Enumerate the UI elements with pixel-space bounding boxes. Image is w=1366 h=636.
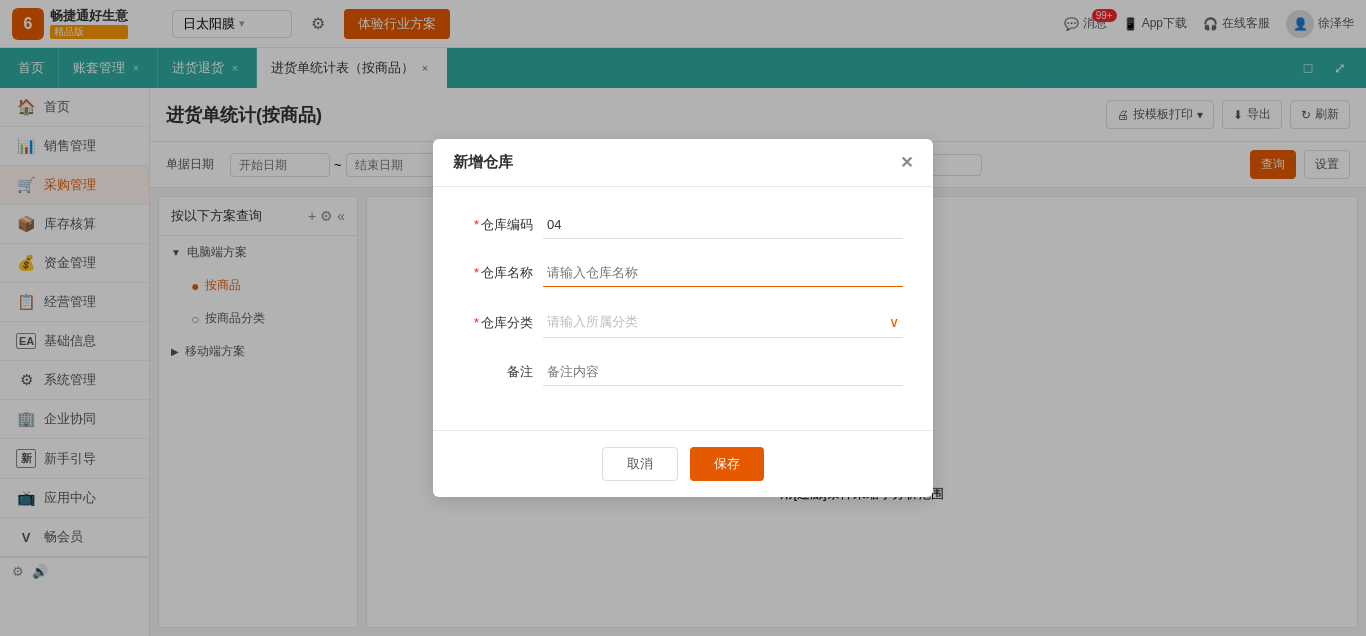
name-input[interactable]: [543, 259, 903, 287]
category-placeholder: 请输入所属分类: [547, 313, 889, 331]
code-input[interactable]: [543, 211, 903, 239]
category-label: 仓库分类: [463, 314, 543, 332]
code-label: 仓库编码: [463, 216, 543, 234]
modal-footer: 取消 保存: [433, 430, 933, 497]
modal-header: 新增仓库 ✕: [433, 139, 933, 187]
chevron-down-icon: ∨: [889, 314, 899, 330]
save-button[interactable]: 保存: [690, 447, 764, 481]
category-form-row: 仓库分类 请输入所属分类 ∨: [463, 307, 903, 338]
cancel-button[interactable]: 取消: [602, 447, 678, 481]
code-form-row: 仓库编码: [463, 211, 903, 239]
modal-close-button[interactable]: ✕: [900, 153, 913, 172]
remark-label: 备注: [463, 363, 543, 381]
add-warehouse-modal: 新增仓库 ✕ 仓库编码 仓库名称 仓库分类 请输入所属分类 ∨: [433, 139, 933, 497]
modal-overlay: 新增仓库 ✕ 仓库编码 仓库名称 仓库分类 请输入所属分类 ∨: [0, 0, 1366, 636]
category-select[interactable]: 请输入所属分类 ∨: [543, 307, 903, 338]
modal-title: 新增仓库: [453, 153, 513, 172]
remark-form-row: 备注: [463, 358, 903, 386]
name-label: 仓库名称: [463, 264, 543, 282]
remark-input[interactable]: [543, 358, 903, 386]
modal-body: 仓库编码 仓库名称 仓库分类 请输入所属分类 ∨ 备注: [433, 187, 933, 430]
name-form-row: 仓库名称: [463, 259, 903, 287]
